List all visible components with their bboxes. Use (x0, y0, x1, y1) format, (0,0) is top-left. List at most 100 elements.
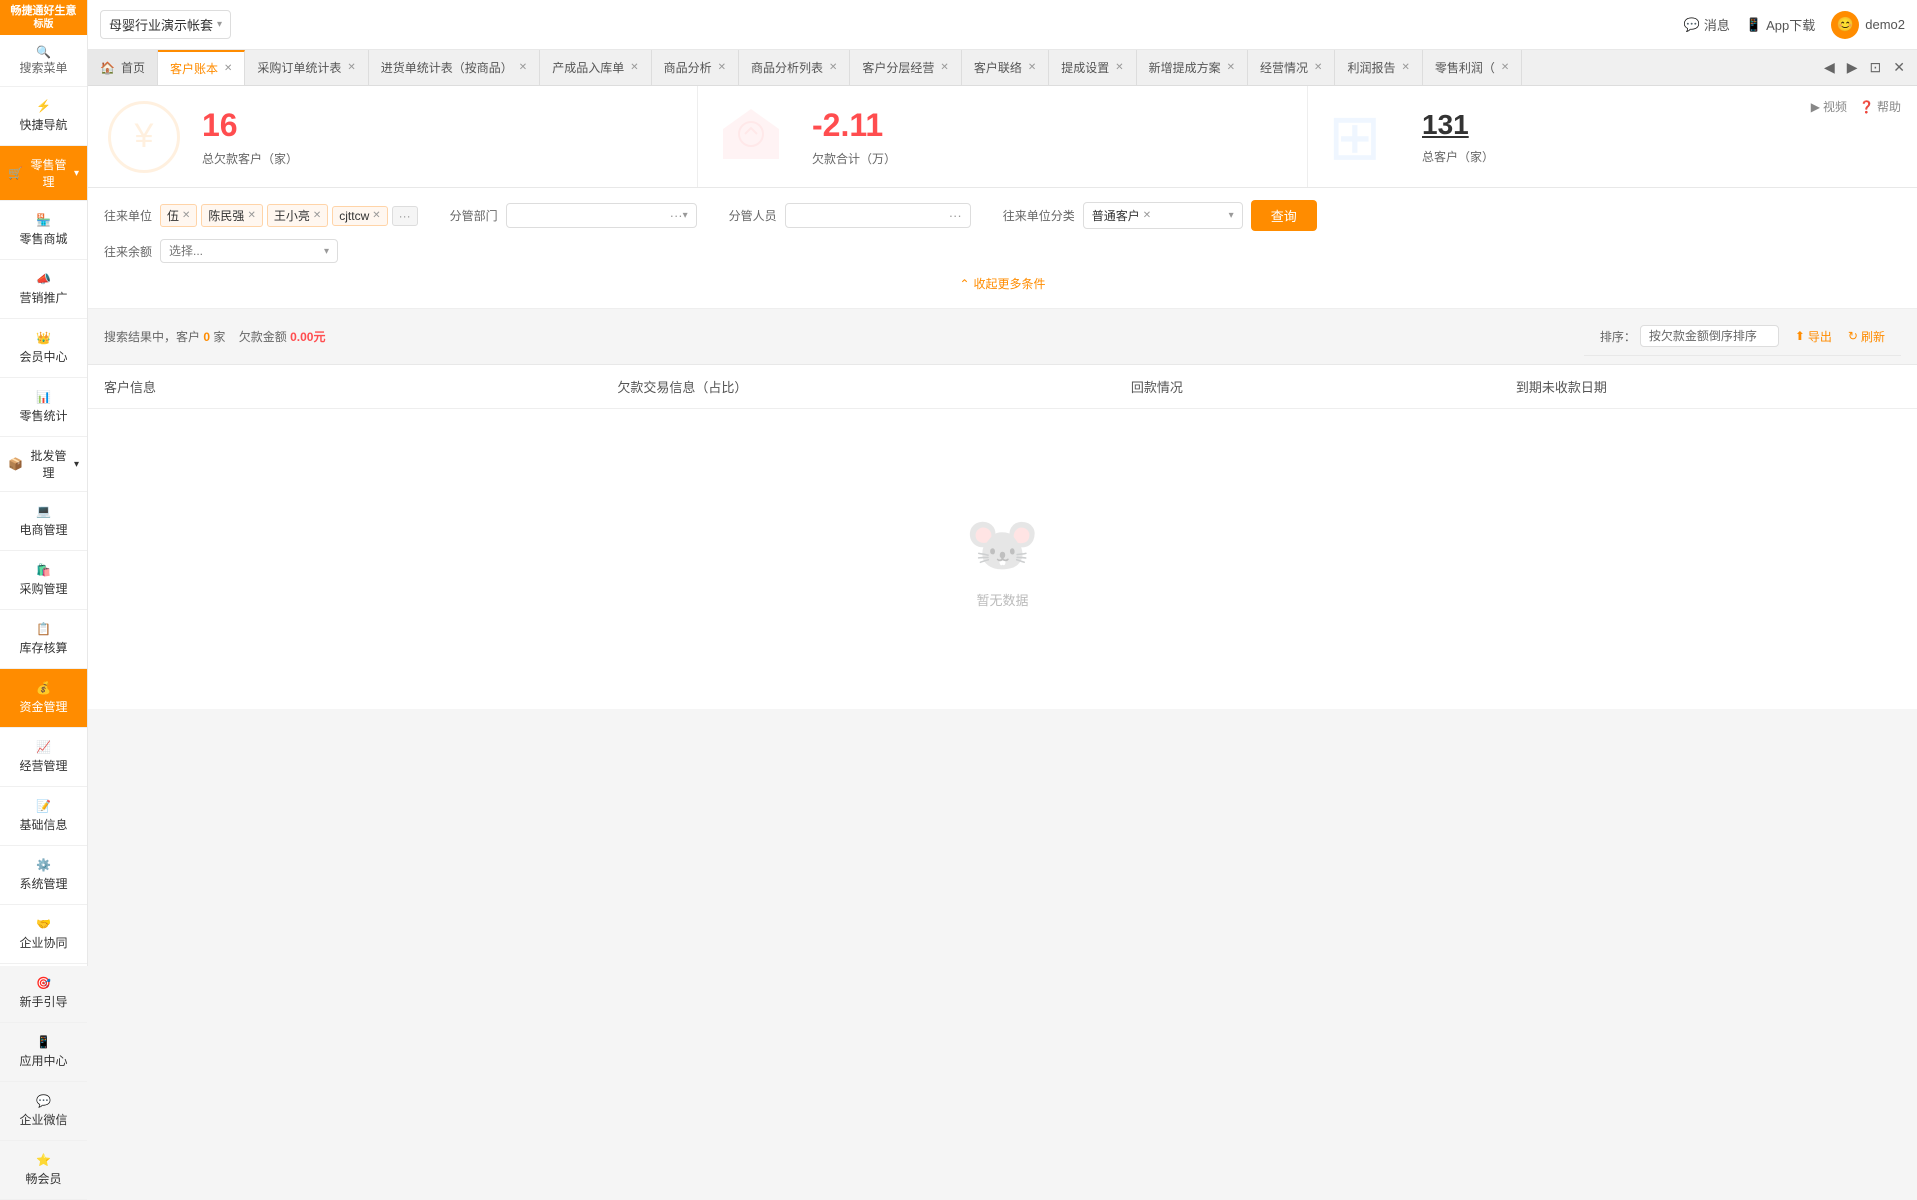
tab-customer-tier-close[interactable]: ✕ (940, 62, 948, 73)
unit-type-tag-close[interactable]: ✕ (1143, 210, 1151, 221)
unit-tag-1-close[interactable]: ✕ (247, 210, 255, 221)
sidebar-item-wholesale[interactable]: 📦 批发管理 ▾ (0, 437, 87, 492)
sidebar-item-purchase[interactable]: 🛍️ 采购管理 (0, 551, 87, 610)
tab-product-analysis-close[interactable]: ✕ (718, 62, 726, 73)
app-download-button[interactable]: 📱 App下载 (1746, 15, 1815, 34)
tab-product-analysis[interactable]: 商品分析 ✕ (652, 50, 739, 86)
member-icon: 👑 (36, 331, 51, 345)
export-button[interactable]: ⬆ 导出 (1795, 328, 1832, 345)
retail-stats-label: 零售统计 (19, 407, 67, 424)
dept-input[interactable] (515, 209, 670, 223)
purchase-label: 采购管理 (19, 580, 67, 597)
person-more-icon[interactable]: ··· (949, 208, 962, 223)
tabs-close-all-icon[interactable]: ✕ (1889, 57, 1909, 78)
refresh-icon: ↻ (1848, 329, 1858, 343)
message-button[interactable]: 💬 消息 (1684, 15, 1730, 34)
stat2-value: -2.11 (812, 106, 1283, 144)
message-icon: 💬 (1684, 17, 1700, 33)
tabs-next-icon[interactable]: ▶ (1843, 57, 1862, 78)
tab-instock-label: 进货单统计表（按商品） (381, 59, 513, 76)
tab-improve-settings[interactable]: 提成设置 ✕ (1049, 50, 1136, 86)
sidebar-item-basic[interactable]: 📝 基础信息 (0, 787, 87, 846)
operation-label: 经营管理 (19, 757, 67, 774)
tab-instock-stats[interactable]: 进货单统计表（按商品） ✕ (369, 50, 540, 86)
sidebar-item-wechat[interactable]: 💬 企业微信 (0, 1082, 87, 1141)
sidebar-item-ecommerce[interactable]: 💻 电商管理 (0, 492, 87, 551)
sidebar-item-system[interactable]: ⚙️ 系统管理 (0, 846, 87, 905)
dept-more-icon[interactable]: ··· (670, 208, 683, 223)
tab-new-improve-close[interactable]: ✕ (1227, 62, 1235, 73)
tab-customer-account[interactable]: 客户账本 ✕ (158, 50, 245, 86)
refresh-label: 刷新 (1861, 328, 1885, 345)
sidebar-item-retail-stats[interactable]: 📊 零售统计 (0, 378, 87, 437)
sidebar-item-enterprise[interactable]: 🤝 企业协同 (0, 905, 87, 964)
app-logo: 畅捷通好生意 标版 (0, 0, 87, 35)
unit-type-dropdown-icon[interactable]: ▾ (1229, 210, 1234, 221)
tab-profit-report[interactable]: 利润报告 ✕ (1335, 50, 1422, 86)
sidebar-item-guide[interactable]: 🎯 新手引导 (0, 964, 87, 1023)
search-icon: 🔍 (36, 45, 51, 59)
unit-tag-0-close[interactable]: ✕ (182, 210, 190, 221)
video-link[interactable]: ▶ 视频 (1811, 98, 1847, 115)
unit-tag-2-label: 王小亮 (274, 207, 310, 224)
help-link[interactable]: ❓ 帮助 (1859, 98, 1901, 115)
sidebar-item-retail-mall[interactable]: 🏪 零售商城 (0, 201, 87, 260)
unit-tag-3-close[interactable]: ✕ (372, 210, 380, 221)
app-download-label: App下载 (1766, 15, 1815, 34)
operation-icon: 📈 (36, 740, 51, 754)
tab-improve-settings-close[interactable]: ✕ (1115, 62, 1123, 73)
tab-product-instock[interactable]: 产成品入库单 ✕ (540, 50, 651, 86)
tab-purchase-order[interactable]: 采购订单统计表 ✕ (245, 50, 368, 86)
tab-product-analysis-label: 商品分析 (664, 59, 712, 76)
account-selector[interactable]: 母婴行业演示帐套 ▾ (100, 10, 231, 39)
topbar-left: 母婴行业演示帐套 ▾ (100, 10, 231, 39)
unit-tag-2-close[interactable]: ✕ (313, 210, 321, 221)
message-label: 消息 (1704, 15, 1730, 34)
system-icon: ⚙️ (36, 858, 51, 872)
tab-product-analysis-list-close[interactable]: ✕ (829, 62, 837, 73)
unit-tag-1-label: 陈民强 (208, 207, 244, 224)
retail-label: 零售管理 (26, 156, 71, 190)
tab-profit-report-close[interactable]: ✕ (1401, 62, 1409, 73)
tab-product-instock-close[interactable]: ✕ (630, 62, 638, 73)
tab-retail-profit[interactable]: 零售利润（ ✕ (1423, 50, 1522, 86)
tabs-prev-icon[interactable]: ◀ (1820, 57, 1839, 78)
sidebar-search[interactable]: 🔍 搜索菜单 (0, 35, 87, 87)
collapse-button[interactable]: ⌃ 收起更多条件 (104, 271, 1901, 296)
user-menu[interactable]: 😊 demo2 (1831, 11, 1905, 39)
sidebar-item-member[interactable]: 👑 会员中心 (0, 319, 87, 378)
tab-purchase-order-close[interactable]: ✕ (347, 62, 355, 73)
query-button[interactable]: 查询 (1251, 200, 1317, 231)
tab-customer-account-close[interactable]: ✕ (224, 63, 232, 74)
sidebar-item-retail[interactable]: 🛒 零售管理 ▾ (0, 146, 87, 201)
tab-operation-status-close[interactable]: ✕ (1314, 62, 1322, 73)
tab-customer-contact[interactable]: 客户联络 ✕ (962, 50, 1049, 86)
tab-profit-report-label: 利润报告 (1347, 59, 1395, 76)
tab-customer-tier[interactable]: 客户分层经营 ✕ (850, 50, 961, 86)
unit-tags-more[interactable]: ··· (392, 206, 418, 226)
balance-input[interactable] (169, 244, 324, 258)
sort-select[interactable]: 按欠款金额倒序排序 (1640, 325, 1779, 347)
dept-dropdown-icon[interactable]: ▾ (683, 210, 688, 221)
tab-home[interactable]: 🏠 首页 (88, 50, 158, 86)
tab-retail-profit-close[interactable]: ✕ (1501, 62, 1509, 73)
person-input[interactable] (794, 209, 949, 223)
sidebar-item-operation[interactable]: 📈 经营管理 (0, 728, 87, 787)
retail-stats-icon: 📊 (36, 390, 51, 404)
balance-dropdown-icon[interactable]: ▾ (324, 246, 329, 257)
tab-customer-contact-close[interactable]: ✕ (1028, 62, 1036, 73)
sidebar-item-vip[interactable]: ⭐ 畅会员 (0, 1141, 87, 1200)
tabs-maximize-icon[interactable]: ⊡ (1866, 57, 1886, 78)
refresh-button[interactable]: ↻ 刷新 (1848, 328, 1885, 345)
sidebar-item-quicknav[interactable]: ⚡ 快捷导航 (0, 87, 87, 146)
sidebar-item-marketing[interactable]: 📣 营销推广 (0, 260, 87, 319)
tab-improve-settings-label: 提成设置 (1061, 59, 1109, 76)
stat3-label: 总客户（家） (1422, 148, 1893, 165)
tab-instock-close[interactable]: ✕ (519, 62, 527, 73)
tab-new-improve[interactable]: 新增提成方案 ✕ (1137, 50, 1248, 86)
tab-operation-status[interactable]: 经营情况 ✕ (1248, 50, 1335, 86)
sidebar-item-inventory[interactable]: 📋 库存核算 (0, 610, 87, 669)
sidebar-item-finance[interactable]: 💰 资金管理 (0, 669, 87, 728)
tab-product-analysis-list[interactable]: 商品分析列表 ✕ (739, 50, 850, 86)
sidebar-item-appcenter[interactable]: 📱 应用中心 (0, 1023, 87, 1082)
